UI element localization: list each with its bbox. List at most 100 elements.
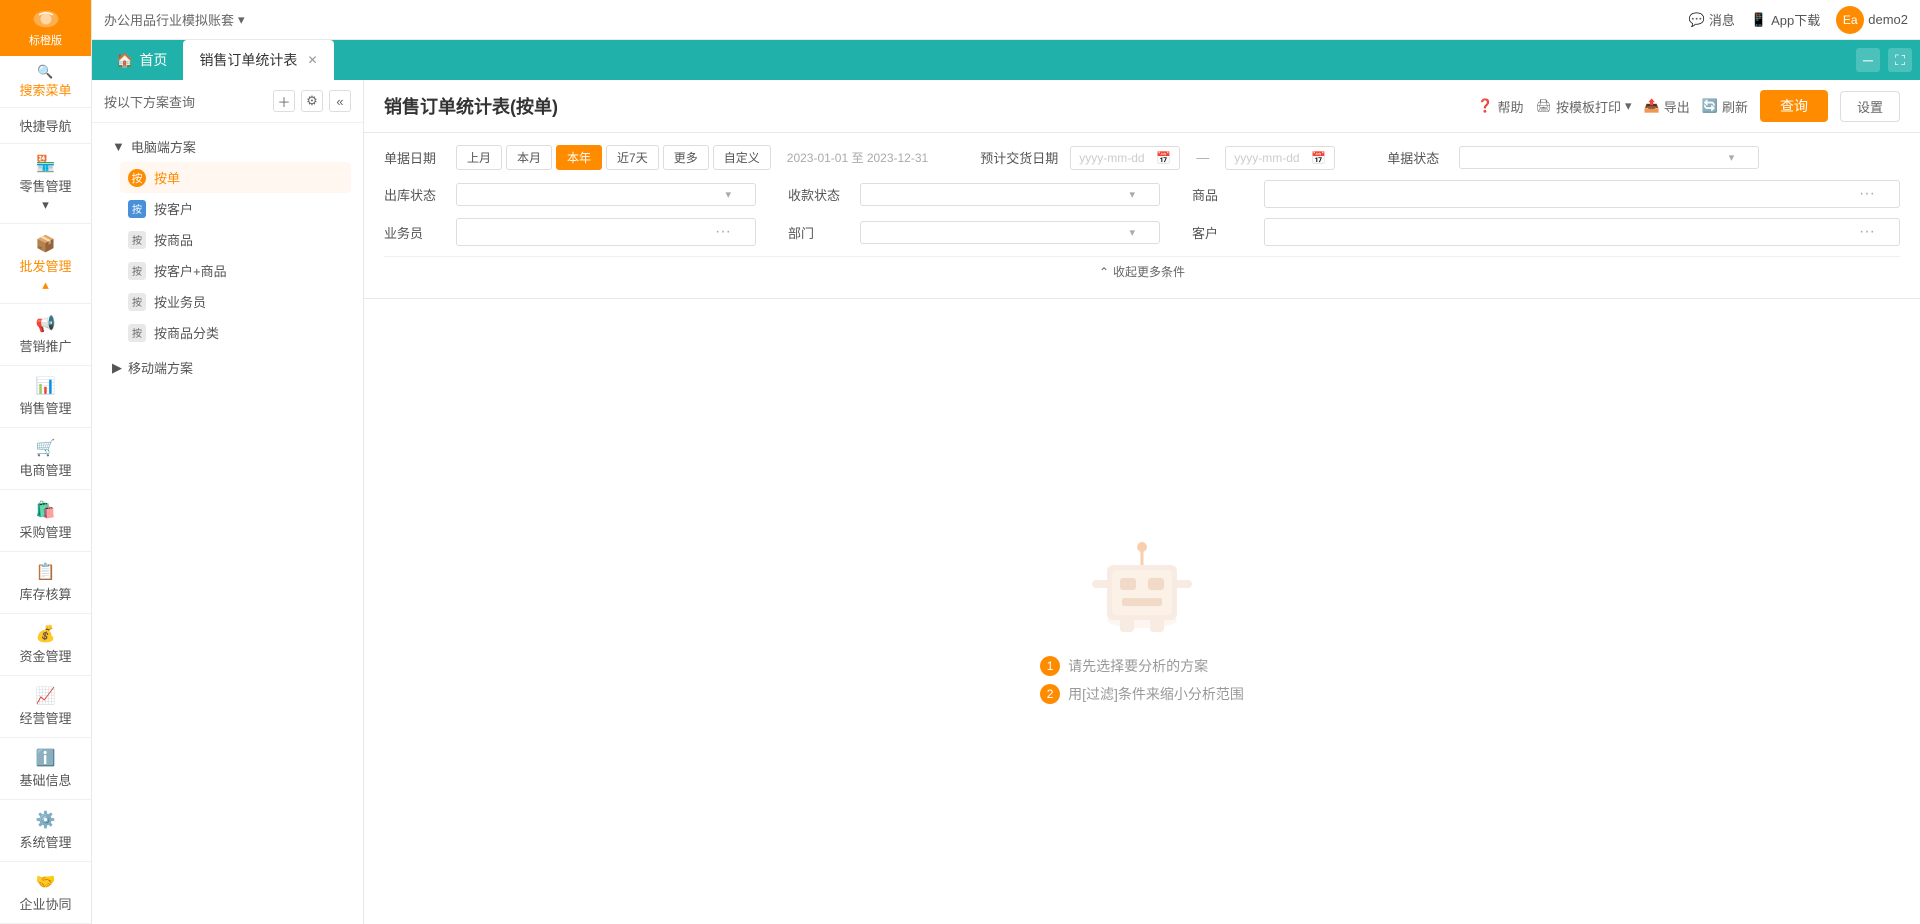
- add-scheme-btn[interactable]: ＋: [273, 90, 295, 112]
- export-btn[interactable]: 📤 导出: [1644, 97, 1690, 116]
- by-product-icon: 按: [128, 231, 146, 249]
- sidebar-item-system[interactable]: ⚙️ 系统管理: [0, 800, 91, 862]
- salesperson-more-btn[interactable]: ···: [715, 223, 731, 241]
- collapse-panel-btn[interactable]: «: [329, 90, 351, 112]
- expected-date-start[interactable]: yyyy-mm-dd 📅: [1070, 146, 1180, 170]
- department-select[interactable]: ▾: [860, 221, 1160, 244]
- customer-select[interactable]: ···: [1264, 218, 1900, 246]
- customer-more-btn[interactable]: ···: [1859, 223, 1875, 241]
- left-panel-title: 按以下方案查询: [104, 92, 265, 111]
- sidebar-item-finance[interactable]: 💰 资金管理: [0, 614, 91, 676]
- ship-status-select[interactable]: ▾: [456, 183, 756, 206]
- company-name: 办公用品行业模拟账套: [104, 10, 234, 29]
- minimize-btn[interactable]: ─: [1856, 48, 1880, 72]
- sidebar-item-marketing[interactable]: 📢 营销推广: [0, 304, 91, 366]
- left-panel-header: 按以下方案查询 ＋ ⚙ «: [92, 80, 363, 123]
- filter-area: 单据日期 上月 本月 本年 近7天 更多 自定义 2023-01-01 至 20…: [364, 133, 1920, 299]
- left-panel: 按以下方案查询 ＋ ⚙ « ▼ 电脑端方案 按 按单: [92, 80, 364, 924]
- inventory-label: 库存核算: [19, 584, 71, 603]
- sidebar-item-sales[interactable]: 📊 销售管理: [0, 366, 91, 428]
- tree-mobile-section[interactable]: ▶ 移动端方案: [104, 352, 351, 383]
- sidebar-item-basic[interactable]: ℹ️ 基础信息: [0, 738, 91, 800]
- status-label: 单据状态: [1387, 148, 1447, 167]
- basic-icon: ℹ️: [36, 748, 56, 768]
- system-icon: ⚙️: [36, 810, 56, 830]
- pay-status-select[interactable]: ▾: [860, 183, 1160, 206]
- tree-item-by-order[interactable]: 按 按单: [120, 162, 351, 193]
- help-label: 帮助: [1498, 97, 1524, 116]
- tab-close-icon[interactable]: ✕: [307, 53, 317, 67]
- maximize-btn[interactable]: ⛶: [1888, 48, 1912, 72]
- message-icon: 💬: [1689, 12, 1705, 28]
- tree-item-by-category[interactable]: 按 按商品分类: [120, 317, 351, 348]
- empty-state: 1 请先选择要分析的方案 2 用[过滤]条件来缩小分析范围: [364, 299, 1920, 924]
- logo-icon: [32, 8, 60, 30]
- sidebar-item-enterprise[interactable]: 🤝 企业协同: [0, 862, 91, 924]
- tip-number-2: 2: [1040, 684, 1060, 704]
- help-icon: ❓: [1477, 98, 1493, 114]
- app-download-label: App下载: [1771, 10, 1820, 29]
- tab-sales-stat[interactable]: 销售订单统计表 ✕: [183, 40, 333, 80]
- by-customer-label: 按客户: [154, 199, 193, 218]
- main-area: 办公用品行业模拟账套 ▾ 💬 消息 📱 App下载 Ea demo2 🏠: [92, 0, 1920, 924]
- date-custom-btn[interactable]: 自定义: [713, 145, 771, 170]
- expected-date-end-placeholder: yyyy-mm-dd: [1234, 151, 1299, 165]
- app-download-btn[interactable]: 📱 App下载: [1751, 10, 1820, 29]
- pay-status-label: 收款状态: [788, 185, 848, 204]
- tree-item-by-salesperson[interactable]: 按 按业务员: [120, 286, 351, 317]
- tab-home[interactable]: 🏠 首页: [100, 40, 183, 80]
- status-select[interactable]: ▾: [1459, 146, 1759, 169]
- wholesale-label: 批发管理: [19, 256, 71, 275]
- date-last-month-btn[interactable]: 上月: [456, 145, 502, 170]
- logo: 标橙版: [0, 0, 92, 56]
- settings-btn[interactable]: 设置: [1840, 91, 1900, 122]
- tree-item-by-customer-product[interactable]: 按 按客户+商品: [120, 255, 351, 286]
- retail-label: 零售管理: [19, 176, 71, 195]
- date-7days-btn[interactable]: 近7天: [606, 145, 659, 170]
- product-more-btn[interactable]: ···: [1859, 185, 1875, 203]
- user-info[interactable]: Ea demo2: [1836, 6, 1908, 34]
- sidebar-item-purchase[interactable]: 🛍️ 采购管理: [0, 490, 91, 552]
- sidebar-item-retail[interactable]: 🏪 零售管理 ▾: [0, 144, 91, 224]
- operation-icon: 📈: [36, 686, 56, 706]
- refresh-btn[interactable]: 🔄 刷新: [1702, 97, 1748, 116]
- tree-item-by-product[interactable]: 按 按商品: [120, 224, 351, 255]
- search-btn[interactable]: 查询: [1760, 90, 1828, 122]
- date-this-year-btn[interactable]: 本年: [556, 145, 602, 170]
- print-btn[interactable]: 🖨 按模板打印 ▾: [1536, 97, 1632, 116]
- retail-icon: 🏪: [36, 154, 56, 174]
- sidebar-item-operation[interactable]: 📈 经营管理: [0, 676, 91, 738]
- by-salesperson-icon: 按: [128, 293, 146, 311]
- department-label: 部门: [788, 223, 848, 242]
- finance-icon: 💰: [36, 624, 56, 644]
- search-label: 搜索菜单: [19, 83, 71, 98]
- tree-pc-section[interactable]: ▼ 电脑端方案: [104, 131, 351, 162]
- tree-item-by-customer[interactable]: 按 按客户: [120, 193, 351, 224]
- date-this-month-btn[interactable]: 本月: [506, 145, 552, 170]
- company-selector[interactable]: 办公用品行业模拟账套 ▾: [104, 10, 245, 29]
- page-header-actions: ❓ 帮助 🖨 按模板打印 ▾ 📤 导出 🔄 刷新: [1477, 90, 1900, 122]
- refresh-label: 刷新: [1722, 97, 1748, 116]
- collapse-filter-btn[interactable]: ⌃ 收起更多条件: [384, 256, 1900, 286]
- expected-date-end[interactable]: yyyy-mm-dd 📅: [1225, 146, 1335, 170]
- sidebar-item-search[interactable]: 🔍 搜索菜单: [0, 56, 91, 108]
- date-more-btn[interactable]: 更多: [663, 145, 709, 170]
- empty-illustration: [1082, 520, 1202, 640]
- customer-label: 客户: [1192, 223, 1252, 242]
- settings-scheme-btn[interactable]: ⚙: [301, 90, 323, 112]
- by-customer-product-label: 按客户+商品: [154, 261, 227, 280]
- help-btn[interactable]: ❓ 帮助: [1477, 97, 1523, 116]
- sidebar-item-inventory[interactable]: 📋 库存核算: [0, 552, 91, 614]
- page-title: 销售订单统计表(按单): [384, 93, 558, 119]
- topbar-right: 💬 消息 📱 App下载 Ea demo2: [1689, 6, 1908, 34]
- message-label: 消息: [1709, 10, 1735, 29]
- product-select[interactable]: ···: [1264, 180, 1900, 208]
- message-btn[interactable]: 💬 消息: [1689, 10, 1735, 29]
- ecommerce-label: 电商管理: [19, 460, 71, 479]
- sidebar-item-quick[interactable]: 快捷导航: [0, 108, 91, 144]
- sidebar-item-wholesale[interactable]: 📦 批发管理 ▴: [0, 224, 91, 304]
- sidebar-item-ecommerce[interactable]: 🛒 电商管理: [0, 428, 91, 490]
- by-order-label: 按单: [154, 168, 180, 187]
- salesperson-select[interactable]: ···: [456, 218, 756, 246]
- expected-date-label: 预计交货日期: [980, 148, 1058, 167]
